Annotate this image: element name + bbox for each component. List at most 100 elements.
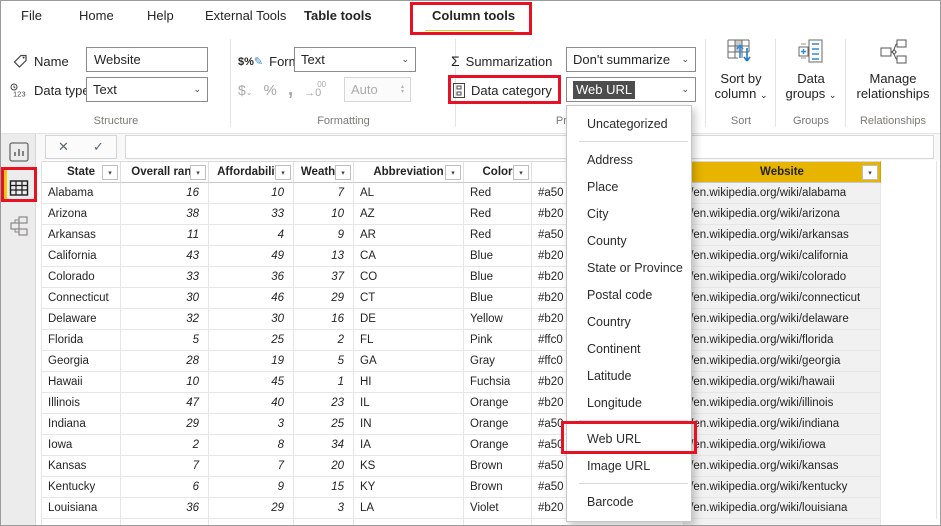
cell-color[interactable]: Brown (464, 477, 532, 498)
cell-abbreviation[interactable]: FL (354, 330, 464, 351)
cell-overall-rank[interactable] (121, 519, 209, 525)
cell-website[interactable]: //en.wikipedia.org/wiki/georgia (684, 351, 881, 372)
dropdown-item-postal-code[interactable]: Postal code (567, 281, 691, 308)
cell-overall-rank[interactable]: 11 (121, 225, 209, 246)
cell-color[interactable]: Orange (464, 435, 532, 456)
cell-state[interactable]: Connecticut (41, 288, 121, 309)
cell-weather[interactable]: 25 (294, 414, 354, 435)
commit-icon[interactable]: ✓ (93, 139, 104, 155)
cell-color[interactable]: Orange (464, 414, 532, 435)
menu-item-table-tools[interactable]: Table tools (304, 8, 372, 23)
cell-state[interactable]: Kentucky (41, 477, 121, 498)
cell-abbreviation[interactable]: AZ (354, 204, 464, 225)
column-header-overall-rank[interactable]: Overall rank ▾ (121, 161, 209, 183)
data-type-select[interactable]: Text ⌄ (86, 77, 208, 102)
cell-overall-rank[interactable]: 38 (121, 204, 209, 225)
cell-weather[interactable]: 37 (294, 267, 354, 288)
thousands-separator-icon[interactable]: , (288, 80, 293, 99)
cell-affordability[interactable]: 25 (209, 330, 294, 351)
cell-abbreviation[interactable]: IL (354, 393, 464, 414)
cell-website[interactable]: //en.wikipedia.org/wiki/california (684, 246, 881, 267)
column-filter-button[interactable]: ▾ (335, 165, 351, 180)
cell-abbreviation[interactable]: IA (354, 435, 464, 456)
cell-abbreviation[interactable]: IN (354, 414, 464, 435)
dropdown-item-continent[interactable]: Continent (567, 335, 691, 362)
cell-state[interactable]: Iowa (41, 435, 121, 456)
cell-weather[interactable]: 34 (294, 435, 354, 456)
cell-abbreviation[interactable] (354, 519, 464, 525)
decimal-places-icon[interactable]: 00 →0 (304, 80, 328, 99)
data-category-select[interactable]: Web URL ⌄ (566, 77, 696, 102)
cell-state[interactable]: Illinois (41, 393, 121, 414)
cell-state[interactable]: Alabama (41, 183, 121, 204)
summarization-select[interactable]: Don't summarize ⌄ (566, 47, 696, 72)
cell-abbreviation[interactable]: KS (354, 456, 464, 477)
cell-state[interactable]: California (41, 246, 121, 267)
cell-state[interactable]: Colorado (41, 267, 121, 288)
cell-overall-rank[interactable]: 33 (121, 267, 209, 288)
cell-abbreviation[interactable]: LA (354, 498, 464, 519)
cell-color[interactable]: Blue (464, 246, 532, 267)
cell-abbreviation[interactable]: AL (354, 183, 464, 204)
cell-color[interactable]: Red (464, 204, 532, 225)
cell-affordability[interactable]: 45 (209, 372, 294, 393)
dropdown-item-latitude[interactable]: Latitude (567, 362, 691, 389)
cell-affordability[interactable]: 33 (209, 204, 294, 225)
cell-weather[interactable]: 29 (294, 288, 354, 309)
cell-color[interactable] (464, 519, 532, 525)
cell-affordability[interactable] (209, 519, 294, 525)
cell-affordability[interactable]: 9 (209, 477, 294, 498)
dropdown-item-address[interactable]: Address (567, 146, 691, 173)
cell-color[interactable]: Red (464, 183, 532, 204)
decimal-places-spinner[interactable]: Auto ▴ ▾ (344, 77, 411, 102)
data-groups-button[interactable]: Data groups ⌄ (776, 39, 846, 103)
cell-overall-rank[interactable]: 6 (121, 477, 209, 498)
column-name-input[interactable] (86, 47, 208, 72)
cell-abbreviation[interactable]: GA (354, 351, 464, 372)
cell-website[interactable]: //en.wikipedia.org/wiki/florida (684, 330, 881, 351)
cell-state[interactable]: Kansas (41, 456, 121, 477)
column-filter-button[interactable]: ▾ (445, 165, 461, 180)
cell-abbreviation[interactable]: KY (354, 477, 464, 498)
dropdown-item-county[interactable]: County (567, 227, 691, 254)
cell-website[interactable]: //en.wikipedia.org/wiki/kentucky (684, 477, 881, 498)
column-filter-button[interactable]: ▾ (513, 165, 529, 180)
cell-overall-rank[interactable]: 16 (121, 183, 209, 204)
cell-color[interactable]: Brown (464, 456, 532, 477)
dropdown-item-state-or-province[interactable]: State or Province (567, 254, 691, 281)
cell-abbreviation[interactable]: HI (354, 372, 464, 393)
cell-website[interactable]: //en.wikipedia.org/wiki/connecticut (684, 288, 881, 309)
cell-website[interactable]: //en.wikipedia.org/wiki/alabama (684, 183, 881, 204)
cell-weather[interactable]: 15 (294, 477, 354, 498)
cell-affordability[interactable]: 40 (209, 393, 294, 414)
cell-website[interactable]: //en.wikipedia.org/wiki/louisiana (684, 498, 881, 519)
dropdown-item-uncategorized[interactable]: Uncategorized (567, 110, 691, 137)
cell-overall-rank[interactable]: 5 (121, 330, 209, 351)
column-header-affordability[interactable]: Affordability ▾ (209, 161, 294, 183)
cell-color[interactable]: Gray (464, 351, 532, 372)
dropdown-item-city[interactable]: City (567, 200, 691, 227)
cell-overall-rank[interactable]: 7 (121, 456, 209, 477)
cell-state[interactable]: Indiana (41, 414, 121, 435)
column-header-abbreviation[interactable]: Abbreviation ▾ (354, 161, 464, 183)
cell-overall-rank[interactable]: 47 (121, 393, 209, 414)
cell-website[interactable] (684, 519, 881, 525)
cell-website[interactable]: //en.wikipedia.org/wiki/colorado (684, 267, 881, 288)
dropdown-item-longitude[interactable]: Longitude (567, 389, 691, 416)
cell-weather[interactable]: 23 (294, 393, 354, 414)
cell-overall-rank[interactable]: 28 (121, 351, 209, 372)
cell-website[interactable]: //en.wikipedia.org/wiki/arkansas (684, 225, 881, 246)
cell-weather[interactable]: 1 (294, 372, 354, 393)
cell-abbreviation[interactable]: CO (354, 267, 464, 288)
format-select[interactable]: Text ⌄ (294, 47, 416, 72)
cell-weather[interactable]: 16 (294, 309, 354, 330)
cell-overall-rank[interactable]: 2 (121, 435, 209, 456)
sort-by-column-button[interactable]: Sort by column ⌄ (706, 39, 776, 103)
column-header-color[interactable]: Color ▾ (464, 161, 532, 183)
cell-color[interactable]: Red (464, 225, 532, 246)
currency-icon[interactable]: $⌄ (238, 82, 253, 98)
spinner-arrows-icon[interactable]: ▴ ▾ (401, 84, 404, 95)
cell-state[interactable]: Delaware (41, 309, 121, 330)
cell-website[interactable]: //en.wikipedia.org/wiki/delaware (684, 309, 881, 330)
cell-color[interactable]: Blue (464, 288, 532, 309)
